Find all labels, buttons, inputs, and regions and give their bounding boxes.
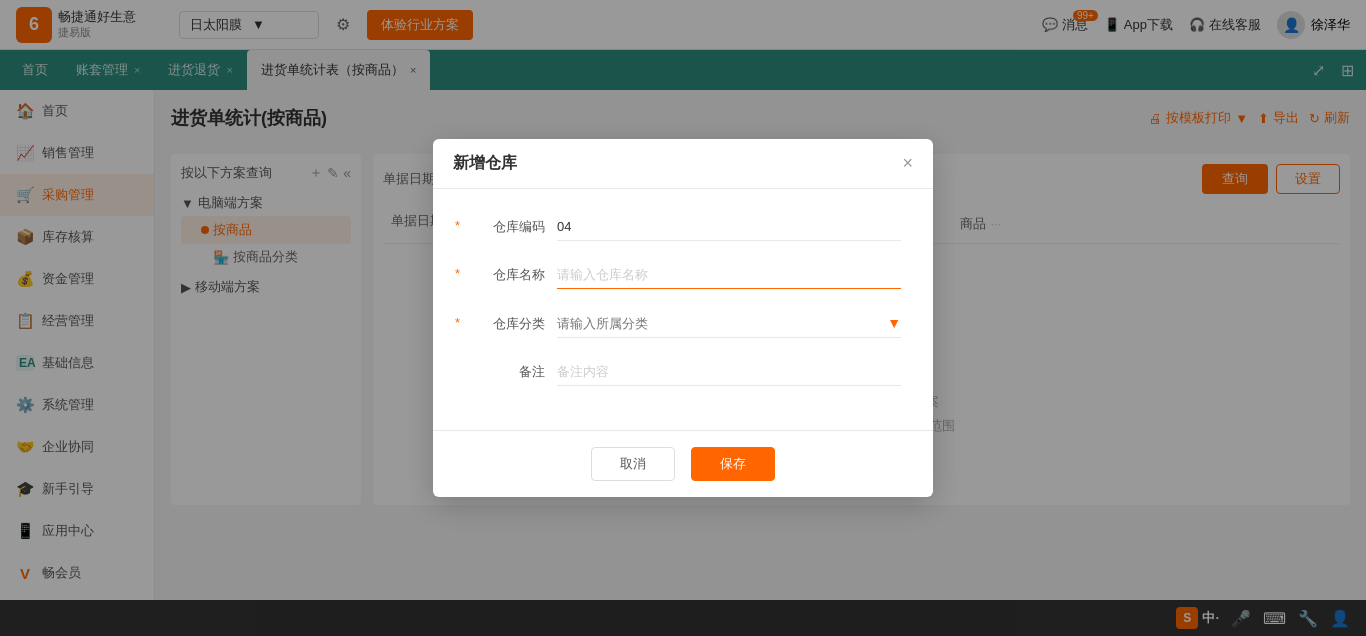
modal-close-button[interactable]: × — [902, 153, 913, 174]
modal-body: 仓库编码 仓库名称 仓库分类 ▼ 备注 — [433, 189, 933, 430]
code-input[interactable] — [557, 213, 901, 241]
category-arrow-icon[interactable]: ▼ — [887, 315, 901, 331]
form-row-note: 备注 — [465, 358, 901, 386]
modal-title: 新增仓库 — [453, 153, 517, 174]
modal-footer: 取消 保存 — [433, 430, 933, 497]
category-label: 仓库分类 — [465, 315, 545, 333]
name-input[interactable] — [557, 261, 901, 289]
modal: 新增仓库 × 仓库编码 仓库名称 仓库分类 ▼ — [433, 139, 933, 497]
cancel-button[interactable]: 取消 — [591, 447, 675, 481]
name-label: 仓库名称 — [465, 266, 545, 284]
save-button[interactable]: 保存 — [691, 447, 775, 481]
form-row-category: 仓库分类 ▼ — [465, 309, 901, 338]
note-label: 备注 — [465, 363, 545, 381]
modal-header: 新增仓库 × — [433, 139, 933, 189]
modal-overlay: 新增仓库 × 仓库编码 仓库名称 仓库分类 ▼ — [0, 0, 1366, 636]
note-input[interactable] — [557, 358, 901, 386]
form-row-code: 仓库编码 — [465, 213, 901, 241]
category-input[interactable] — [557, 316, 887, 331]
code-label: 仓库编码 — [465, 218, 545, 236]
category-select-row: ▼ — [557, 309, 901, 338]
form-row-name: 仓库名称 — [465, 261, 901, 289]
